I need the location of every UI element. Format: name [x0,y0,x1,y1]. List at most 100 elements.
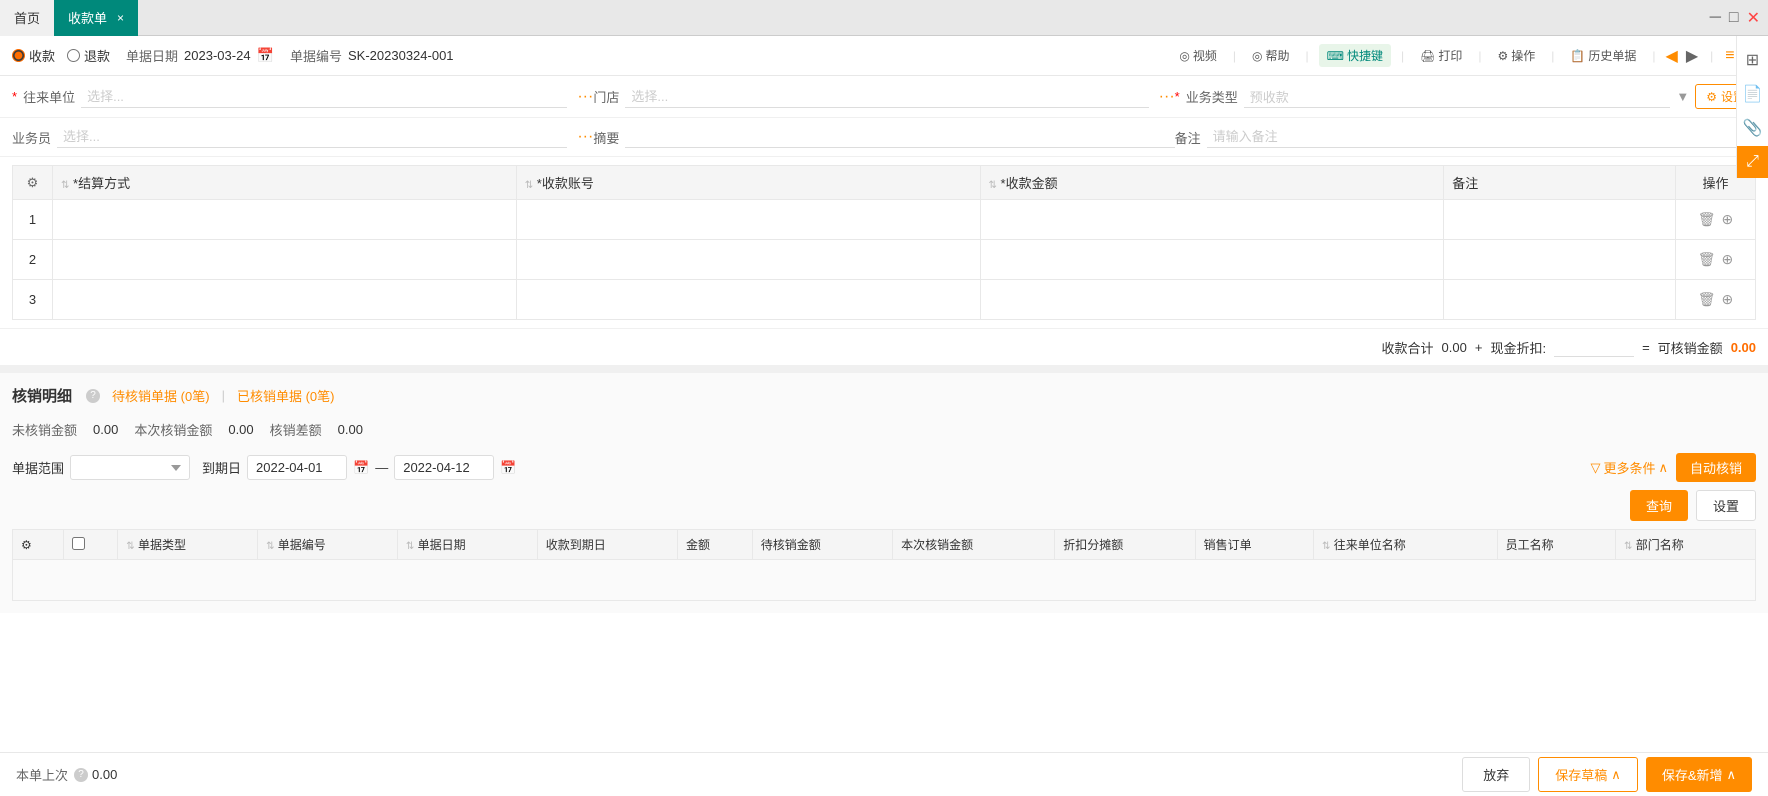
help-btn[interactable]: ◎ 帮助 [1246,44,1296,67]
store-dots-icon[interactable]: ··· [1159,88,1175,106]
row-1-account[interactable] [516,200,980,240]
store-input[interactable] [625,86,1148,108]
counterparty-input[interactable] [81,86,567,108]
store-label: 门店 [593,87,619,106]
completed-tab[interactable]: 已核销单据 (0笔) [237,386,335,405]
prev-value-display: 本单上次 ? 0.00 [16,765,117,784]
verify-info-icon[interactable]: ? [86,389,100,403]
calendar-start-icon[interactable]: 📅 [353,460,369,476]
payment-table-container: ⚙ ⇅ *结算方式 ⇅ *收款账号 ⇅ *收款金额 备注 [0,157,1768,328]
select-all-checkbox[interactable] [72,537,85,550]
verifiable-label: 可核销金额 [1658,338,1723,357]
prev-nav-icon[interactable]: ◀ [1666,46,1678,66]
print-btn[interactable]: 🖨 打印 [1414,44,1468,67]
row-1-amount[interactable] [980,200,1444,240]
col-ops-label: 操作 [1702,176,1728,191]
grid-view-icon[interactable]: ≡ [1725,47,1734,65]
diff-value: 0.00 [338,422,363,437]
row-1-settlement[interactable] [53,200,517,240]
maximize-icon[interactable]: □ [1729,9,1739,27]
operations-btn[interactable]: ⚙ 操作 [1492,44,1542,67]
sidebar-table-icon[interactable]: ⊞ [1737,44,1768,76]
pending-tab[interactable]: 待核销单据 (0笔) [112,386,210,405]
auto-verify-button[interactable]: 自动核销 [1676,453,1756,482]
query-button[interactable]: 查询 [1630,490,1688,521]
sidebar-document-icon[interactable]: 📄 [1737,78,1768,110]
row-2-amount[interactable] [980,240,1444,280]
row-2-copy-icon[interactable]: ⊕ [1722,251,1734,268]
summary-input[interactable] [625,126,1174,148]
row-2-ops: 🗑 ⊕ [1676,240,1756,280]
tab-receipt[interactable]: 收款单 × [54,0,138,36]
close-tab-icon[interactable]: × [117,11,124,25]
shortcut-btn[interactable]: ⌨ 快捷键 [1319,44,1391,67]
row-3-settlement[interactable] [53,280,517,320]
save-new-button[interactable]: 保存&新增 ∧ [1646,757,1752,792]
refund-radio[interactable]: 退款 [67,46,110,65]
row-2-account[interactable] [516,240,980,280]
business-type-label: 业务类型 [1186,87,1238,106]
row-2-remark[interactable] [1444,240,1676,280]
row-1-delete-icon[interactable]: 🗑 [1698,211,1716,228]
plus-sign: + [1475,340,1483,355]
sidebar-attachment-icon[interactable]: 📎 [1737,112,1768,144]
close-icon[interactable]: ✕ [1747,8,1760,28]
vcol-checkbox [63,530,118,560]
discount-input[interactable] [1554,337,1634,357]
save-draft-button[interactable]: 保存草稿 ∧ [1538,757,1638,792]
table-settings-icon[interactable]: ⚙ [27,175,39,190]
dropdown-icon[interactable]: ▼ [1676,89,1689,104]
due-date-end-input[interactable] [394,455,494,480]
row-3-copy-icon[interactable]: ⊕ [1722,291,1734,308]
history-icon: 📋 [1570,49,1585,63]
col-account-label: *收款账号 [537,176,594,191]
row-2-delete-icon[interactable]: 🗑 [1698,251,1716,268]
current-check-label: 本次核销金额 [134,420,212,439]
due-date-start-input[interactable] [247,455,347,480]
row-1-remark[interactable] [1444,200,1676,240]
tab-separator: | [222,388,225,403]
prev-info-icon[interactable]: ? [74,768,88,782]
diff-label: 核销差额 [270,420,322,439]
history-btn[interactable]: 📋 历史单据 [1564,44,1642,67]
row-3-delete-icon[interactable]: 🗑 [1698,291,1716,308]
home-label: 首页 [14,8,40,27]
remark-input[interactable] [1207,126,1756,148]
next-nav-icon[interactable]: ▶ [1686,46,1698,66]
row-1-copy-icon[interactable]: ⊕ [1722,211,1734,228]
due-date-field: 到期日 📅 — 📅 [202,455,516,480]
filter-settings-button[interactable]: 设置 [1696,490,1756,521]
row-2-settlement[interactable] [53,240,517,280]
range-select[interactable] [70,455,190,480]
save-new-chevron-icon[interactable]: ∧ [1726,767,1736,783]
vcol-no-label: 单据编号 [278,538,326,552]
row-3-amount[interactable] [980,280,1444,320]
salesperson-input[interactable] [57,126,567,148]
vcol-employee: 员工名称 [1497,530,1615,560]
prev-value: 0.00 [92,767,117,782]
calendar-icon[interactable]: 📅 [257,47,274,64]
col-remark: 备注 [1444,166,1676,200]
salesperson-dots-icon[interactable]: ··· [577,128,593,146]
table-row: 1 🗑 ⊕ [13,200,1756,240]
sidebar-expand-icon[interactable]: ⤢ [1737,146,1768,178]
row-3-account[interactable] [516,280,980,320]
calendar-end-icon[interactable]: 📅 [500,460,516,476]
verify-table: ⚙ ⇅ 单据类型 ⇅ 单据编号 ⇅ 单据日期 [12,529,1756,601]
save-draft-chevron-icon[interactable]: ∧ [1611,767,1621,783]
counterparty-dots-icon[interactable]: ··· [577,88,593,106]
minimize-icon[interactable]: ─ [1710,9,1721,27]
vcol-discount-label: 折扣分摊额 [1063,538,1123,552]
vtable-settings-icon[interactable]: ⚙ [21,538,32,552]
row-3-remark[interactable] [1444,280,1676,320]
business-type-input[interactable] [1244,86,1671,108]
summary-label: 摘要 [593,128,619,147]
row-2-num: 2 [13,240,53,280]
receipt-radio[interactable]: 收款 [12,46,55,65]
discard-button[interactable]: 放弃 [1462,757,1530,792]
tab-home[interactable]: 首页 [0,0,54,36]
video-btn[interactable]: ◎ 视频 [1173,44,1223,67]
vcol-employee-label: 员工名称 [1506,538,1554,552]
more-conditions-btn[interactable]: ▽ 更多条件 ∧ [1590,458,1668,477]
discount-label: 现金折扣: [1490,338,1546,357]
